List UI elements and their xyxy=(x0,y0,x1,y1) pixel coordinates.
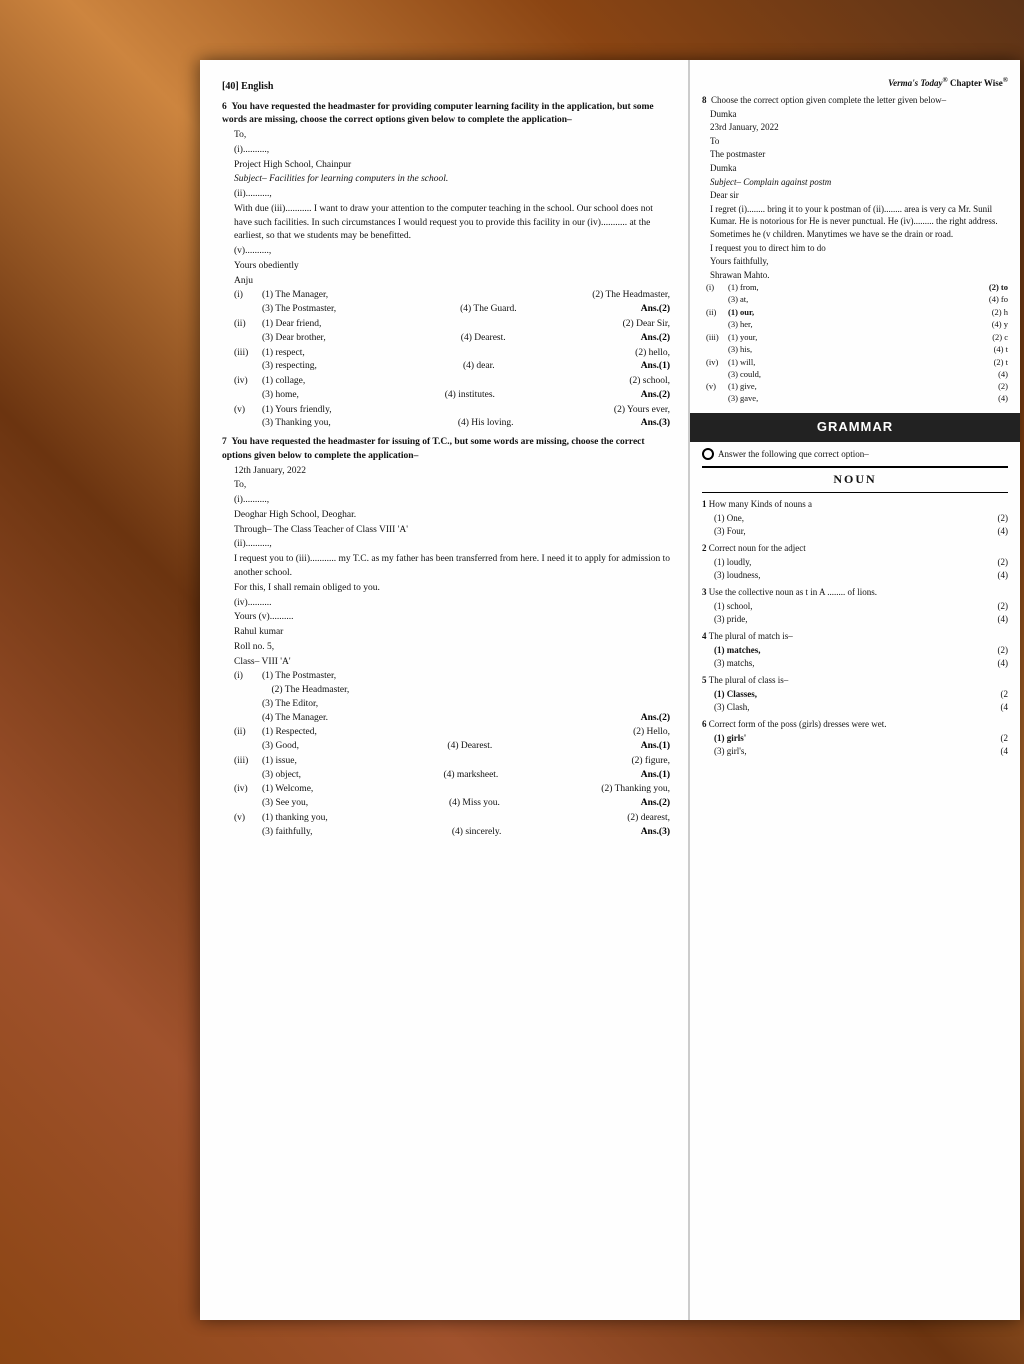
q7-number: 7 xyxy=(222,437,227,447)
q7-text: You have requested the headmaster for is… xyxy=(222,437,645,461)
grammar-q3: 3 Use the collective noun as t in A ....… xyxy=(702,586,1008,626)
question-8: 8 Choose the correct option given comple… xyxy=(702,94,1008,405)
left-page: [40] English 6 You have requested the he… xyxy=(200,60,690,1320)
letter1-school: Project High School, Chainpur xyxy=(234,159,670,173)
letter2-to: To, xyxy=(234,479,670,493)
brand-text: Verma's Today xyxy=(888,78,942,88)
q6-opt-i: (i) (1) The Manager, (2) The Headmaster,… xyxy=(234,289,670,317)
q7-opt-iii: (iii) (1) issue, (2) figure, (3) object,… xyxy=(234,755,670,783)
letter2-ii: (ii).........., xyxy=(234,538,670,552)
q7-opt-ii: (ii) (1) Respected, (2) Hello, (3) Good,… xyxy=(234,726,670,754)
letter1-yours: Yours obediently xyxy=(234,260,670,274)
letter3-subject: Subject– Complain against postm xyxy=(710,176,1008,189)
letter2-block: 12th January, 2022 To, (i).........., De… xyxy=(222,465,670,670)
letter3-block: Dumka 23rd January, 2022 To The postmast… xyxy=(702,108,1008,282)
grammar-q2: 2 Correct noun for the adject (1) loudly… xyxy=(702,542,1008,582)
q6-number: 6 xyxy=(222,102,227,112)
grammar-label: GRAMMAR xyxy=(817,419,893,434)
letter1-i: (i).........., xyxy=(234,144,670,158)
letter2-for-this: For this, I shall remain obliged to you. xyxy=(234,582,670,596)
letter3-date: 23rd January, 2022 xyxy=(710,121,1008,134)
letter3-postmaster: The postmaster xyxy=(710,148,1008,161)
q8-opt-iii: (iii) (1) your,(2) c (3) his,(4) t xyxy=(706,332,1008,356)
q8-opt-iv: (iv) (1) will,(2) t (3) could,(4) xyxy=(706,357,1008,381)
q8-opt-ii: (ii) (1) our,(2) h (3) her,(4) y xyxy=(706,307,1008,331)
q6-opt-v: (v) (1) Yours friendly, (2) Yours ever, … xyxy=(234,404,670,432)
letter1-to: To, xyxy=(234,129,670,143)
gq5-text: The plural of class is– xyxy=(709,675,788,685)
q6-opt-iii: (iii) (1) respect, (2) hello, (3) respec… xyxy=(234,347,670,375)
letter2-name: Rahul kumar xyxy=(234,626,670,640)
q7-options: (i) (1) The Postmaster, (2) The Headmast… xyxy=(222,670,670,839)
letter2-through: Through– The Class Teacher of Class VIII… xyxy=(234,524,670,538)
q8-options: (i) (1) from,(2) to (3) at,(4) fo (ii) (… xyxy=(702,282,1008,405)
q8-text: Choose the correct option given complete… xyxy=(711,95,946,105)
letter3-body2: I request you to direct him to do xyxy=(710,242,1008,255)
letter3-closing: Yours faithfully, xyxy=(710,255,1008,268)
letter2-body: I request you to (iii)........... my T.C… xyxy=(234,553,670,581)
letter3-city: Dumka xyxy=(710,108,1008,121)
gq3-text: Use the collective noun as t in A ......… xyxy=(709,587,877,597)
letter3-body1: I regret (i)........ bring it to your k … xyxy=(710,203,1008,241)
grammar-questions: 1 How many Kinds of nouns a (1) One,(2) … xyxy=(702,498,1008,759)
gq6-text: Correct form of the poss (girls) dresses… xyxy=(709,719,887,729)
noun-label: NOUN xyxy=(833,472,876,486)
letter3-city2: Dumka xyxy=(710,162,1008,175)
question-7: 7 You have requested the headmaster for … xyxy=(222,436,670,839)
letter3-to: To xyxy=(710,135,1008,148)
grammar-q5: 5 The plural of class is– (1) Classes,(2… xyxy=(702,674,1008,714)
q6-opt-iv: (iv) (1) collage, (2) school, (3) home, … xyxy=(234,375,670,403)
letter1-v: (v).........., xyxy=(234,245,670,259)
gq4-text: The plural of match is– xyxy=(709,631,793,641)
letter2-iv: (iv).......... xyxy=(234,597,670,611)
question-6: 6 You have requested the headmaster for … xyxy=(222,101,670,432)
q8-opt-i: (i) (1) from,(2) to (3) at,(4) fo xyxy=(706,282,1008,306)
letter1-body: With due (iii)........... I want to draw… xyxy=(234,203,670,244)
chapter-wise-text: Chapter Wise xyxy=(950,78,1003,88)
gq1-text: How many Kinds of nouns a xyxy=(709,499,812,509)
page-header: [40] English xyxy=(222,80,670,95)
letter2-i: (i).........., xyxy=(234,494,670,508)
answer-label-text: Answer the following que correct option– xyxy=(718,448,869,461)
letter2-school: Deoghar High School, Deoghar. xyxy=(234,509,670,523)
letter1-block: To, (i).........., Project High School, … xyxy=(222,129,670,288)
q8-opt-v: (v) (1) give,(2) (3) gave,(4) xyxy=(706,381,1008,405)
noun-section-header: NOUN xyxy=(702,466,1008,492)
page-number-title: [40] English xyxy=(222,80,273,95)
q6-opt-ii: (ii) (1) Dear friend, (2) Dear Sir, (3) … xyxy=(234,318,670,346)
q6-text: You have requested the headmaster for pr… xyxy=(222,102,654,126)
letter2-date: 12th January, 2022 xyxy=(234,465,670,479)
q7-opt-v: (v) (1) thanking you, (2) dearest, (3) f… xyxy=(234,812,670,840)
letter2-yours: Yours (v).......... xyxy=(234,611,670,625)
answer-instruction: Answer the following que correct option– xyxy=(702,448,1008,461)
book-container: [40] English 6 You have requested the he… xyxy=(200,60,1020,1320)
bullet-icon xyxy=(702,448,714,460)
right-page: Verma's Today® Chapter Wise® 8 Choose th… xyxy=(690,60,1020,1320)
q8-number: 8 xyxy=(702,95,707,105)
brand-title: Verma's Today® Chapter Wise® xyxy=(702,75,1008,90)
gq2-text: Correct noun for the adject xyxy=(709,543,806,553)
grammar-q4: 4 The plural of match is– (1) matches,(2… xyxy=(702,630,1008,670)
letter2-roll: Roll no. 5, xyxy=(234,641,670,655)
q7-opt-i: (i) (1) The Postmaster, (2) The Headmast… xyxy=(234,670,670,725)
q7-opt-iv: (iv) (1) Welcome, (2) Thanking you, (3) … xyxy=(234,783,670,811)
grammar-section-header: GRAMMAR xyxy=(690,413,1020,442)
letter1-name: Anju xyxy=(234,275,670,289)
letter1-subject: Subject– Facilities for learning compute… xyxy=(234,173,670,187)
letter1-ii: (ii).........., xyxy=(234,188,670,202)
letter3-dear: Dear sir xyxy=(710,189,1008,202)
letter2-class: Class– VIII 'A' xyxy=(234,656,670,670)
grammar-q6: 6 Correct form of the poss (girls) dress… xyxy=(702,718,1008,758)
grammar-q1: 1 How many Kinds of nouns a (1) One,(2) … xyxy=(702,498,1008,538)
q6-options: (i) (1) The Manager, (2) The Headmaster,… xyxy=(222,289,670,431)
letter3-name: Shrawan Mahto. xyxy=(710,269,1008,282)
